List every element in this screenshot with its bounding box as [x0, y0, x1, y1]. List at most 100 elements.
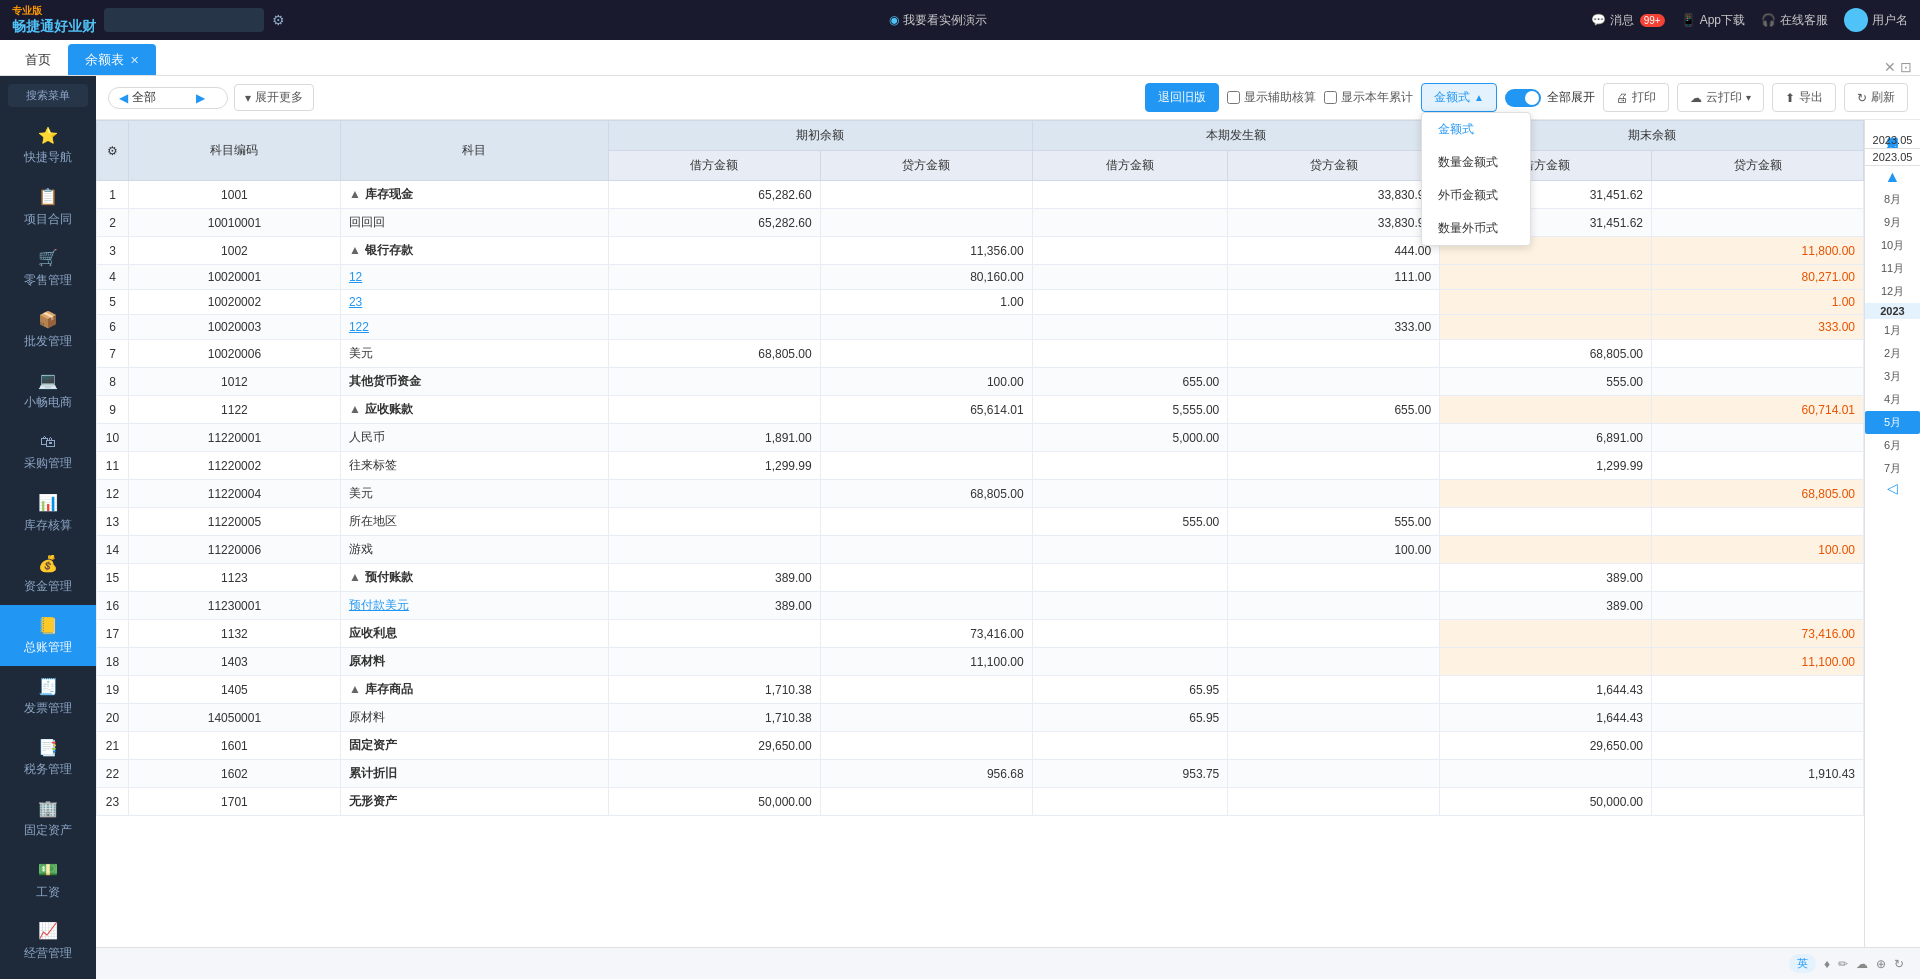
sidebar-item-assets[interactable]: 🏢 固定资产 — [0, 788, 96, 849]
cell-credit-close — [1652, 340, 1864, 368]
cell-credit-cur — [1228, 620, 1440, 648]
sidebar-item-invoice[interactable]: 🧾 发票管理 — [0, 666, 96, 727]
tab-expand-icon[interactable]: ⊡ — [1900, 59, 1912, 75]
search-box[interactable]: ◀ ▶ — [108, 87, 228, 109]
cell-row-no: 18 — [97, 648, 129, 676]
cell-debit-close: 555.00 — [1440, 368, 1652, 396]
cell-subject: 美元 — [340, 480, 608, 508]
sidebar-item-operations[interactable]: 📈 经营管理 — [0, 910, 96, 971]
sidebar-item-retail[interactable]: 🛒 零售管理 — [0, 237, 96, 298]
bottom-icon-diamond[interactable]: ♦ — [1824, 957, 1830, 971]
period-month-8[interactable]: 8月 — [1865, 188, 1920, 211]
cell-row-no: 6 — [97, 315, 129, 340]
bottom-icon-text[interactable]: 英 — [1789, 954, 1816, 973]
refresh-btn[interactable]: ↻ 刷新 — [1844, 83, 1908, 112]
sidebar-item-tax[interactable]: 📑 税务管理 — [0, 727, 96, 788]
cloud-print-btn[interactable]: ☁ 云打印 ▾ — [1677, 83, 1764, 112]
format-option-qty-foreign[interactable]: 数量外币式 — [1422, 212, 1530, 245]
cell-subject: ▲库存现金 — [340, 181, 608, 209]
content-area: ◀ ▶ ▾ 展开更多 退回旧版 显示辅助核算 — [96, 76, 1920, 979]
period-month-12[interactable]: 12月 — [1865, 280, 1920, 303]
cell-subject[interactable]: 12 — [340, 265, 608, 290]
tab-minimize-icon[interactable]: ✕ — [1884, 59, 1896, 75]
period-month-1[interactable]: 1月 — [1865, 319, 1920, 342]
show-auxiliary-checkbox[interactable]: 显示辅助核算 — [1227, 89, 1316, 106]
period-month-10[interactable]: 10月 — [1865, 234, 1920, 257]
cell-subject[interactable]: 23 — [340, 290, 608, 315]
message-btn[interactable]: 💬 消息 99+ — [1591, 12, 1665, 29]
period-year-2023[interactable]: 2023 — [1865, 303, 1920, 319]
period-month-4[interactable]: 4月 — [1865, 388, 1920, 411]
tab-balance[interactable]: 余额表 ✕ — [68, 44, 156, 75]
toggle-switch-control[interactable] — [1505, 89, 1541, 107]
bottom-icon-edit[interactable]: ✏ — [1838, 957, 1848, 971]
tab-close-icon[interactable]: ✕ — [130, 54, 139, 67]
ytd-checkbox-input[interactable] — [1324, 91, 1337, 104]
period-month-2[interactable]: 2月 — [1865, 342, 1920, 365]
sidebar-search[interactable]: 搜索菜单 — [8, 84, 88, 107]
period-month-6[interactable]: 6月 — [1865, 434, 1920, 457]
auxiliary-checkbox-input[interactable] — [1227, 91, 1240, 104]
cell-debit-close — [1440, 508, 1652, 536]
format-option-qty-amount[interactable]: 数量金额式 — [1422, 146, 1530, 179]
export-btn[interactable]: ⬆ 导出 — [1772, 83, 1836, 112]
ecommerce-icon: 💻 — [4, 370, 92, 392]
cell-debit-close — [1440, 648, 1652, 676]
sidebar-item-project[interactable]: 📋 项目合同 — [0, 176, 96, 237]
period-month-5[interactable]: 5月 — [1865, 411, 1920, 434]
period-up-btn[interactable]: ▲ — [1883, 166, 1903, 188]
sidebar-item-wholesale[interactable]: 📦 批发管理 — [0, 299, 96, 360]
expand-more-button[interactable]: ▾ 展开更多 — [234, 84, 314, 111]
search-left-arrow-icon[interactable]: ◀ — [119, 91, 128, 105]
settings-gear-icon[interactable]: ⚙ — [272, 12, 285, 28]
period-panel-header[interactable]: 期间选择 — [1885, 124, 1900, 132]
period-month-7[interactable]: 7月 — [1865, 457, 1920, 480]
user-avatar[interactable]: 用户名 — [1844, 8, 1908, 32]
tab-home[interactable]: 首页 — [8, 44, 68, 75]
cell-debit-cur: 5,000.00 — [1032, 424, 1228, 452]
quick-nav-icon: ⭐ — [4, 125, 92, 147]
sidebar-item-inventory[interactable]: 📊 库存核算 — [0, 482, 96, 543]
sidebar-item-ecommerce[interactable]: 💻 小畅电商 — [0, 360, 96, 421]
col-settings-header[interactable]: ⚙ — [97, 121, 129, 181]
search-input[interactable] — [132, 91, 192, 105]
cell-credit-open — [820, 209, 1032, 237]
show-ytd-checkbox[interactable]: 显示本年累计 — [1324, 89, 1413, 106]
online-service-btn[interactable]: 🎧 在线客服 — [1761, 12, 1828, 29]
cell-code: 11230001 — [129, 592, 341, 620]
return-old-btn[interactable]: 退回旧版 — [1145, 83, 1219, 112]
format-option-amount[interactable]: 金额式 — [1422, 113, 1530, 146]
sidebar-item-quick-nav[interactable]: ⭐ 快捷导航 — [0, 115, 96, 176]
period-month-9[interactable]: 9月 — [1865, 211, 1920, 234]
expand-all-toggle[interactable]: 全部展开 — [1505, 89, 1595, 107]
sidebar-item-purchase[interactable]: 🛍 采购管理 — [0, 421, 96, 482]
period-collapse-btn[interactable]: ◁ — [1887, 480, 1898, 496]
cell-code: 1001 — [129, 181, 341, 209]
cell-credit-open — [820, 788, 1032, 816]
bottom-icon-plus[interactable]: ⊕ — [1876, 957, 1886, 971]
format-option-foreign-amount[interactable]: 外币金额式 — [1422, 179, 1530, 212]
demo-link[interactable]: ◉ 我要看实例演示 — [889, 12, 987, 29]
sidebar-item-accounting[interactable]: 📒 总账管理 — [0, 605, 96, 666]
bottom-icon-cloud[interactable]: ☁ — [1856, 957, 1868, 971]
period-month-3[interactable]: 3月 — [1865, 365, 1920, 388]
title-bar-search[interactable] — [104, 8, 264, 32]
period-month-11[interactable]: 11月 — [1865, 257, 1920, 280]
cell-subject[interactable]: 122 — [340, 315, 608, 340]
search-right-arrow-icon[interactable]: ▶ — [196, 91, 205, 105]
cell-row-no: 4 — [97, 265, 129, 290]
cell-code: 11220004 — [129, 480, 341, 508]
sidebar-item-salary[interactable]: 💵 工资 — [0, 849, 96, 910]
cell-debit-open — [608, 536, 820, 564]
format-btn[interactable]: 金额式 ▲ — [1421, 83, 1497, 112]
cell-credit-cur — [1228, 760, 1440, 788]
cell-subject[interactable]: 预付款美元 — [340, 592, 608, 620]
sidebar-item-capital[interactable]: 💰 资金管理 — [0, 543, 96, 604]
sidebar-item-sales-report[interactable]: 🧮 小畅报销 — [0, 972, 96, 979]
cell-subject: 往来标签 — [340, 452, 608, 480]
cell-credit-close — [1652, 788, 1864, 816]
app-download-btn[interactable]: 📱 App下载 — [1681, 12, 1745, 29]
bottom-icon-refresh[interactable]: ↻ — [1894, 957, 1904, 971]
print-btn[interactable]: 🖨 打印 — [1603, 83, 1669, 112]
cell-code: 1601 — [129, 732, 341, 760]
